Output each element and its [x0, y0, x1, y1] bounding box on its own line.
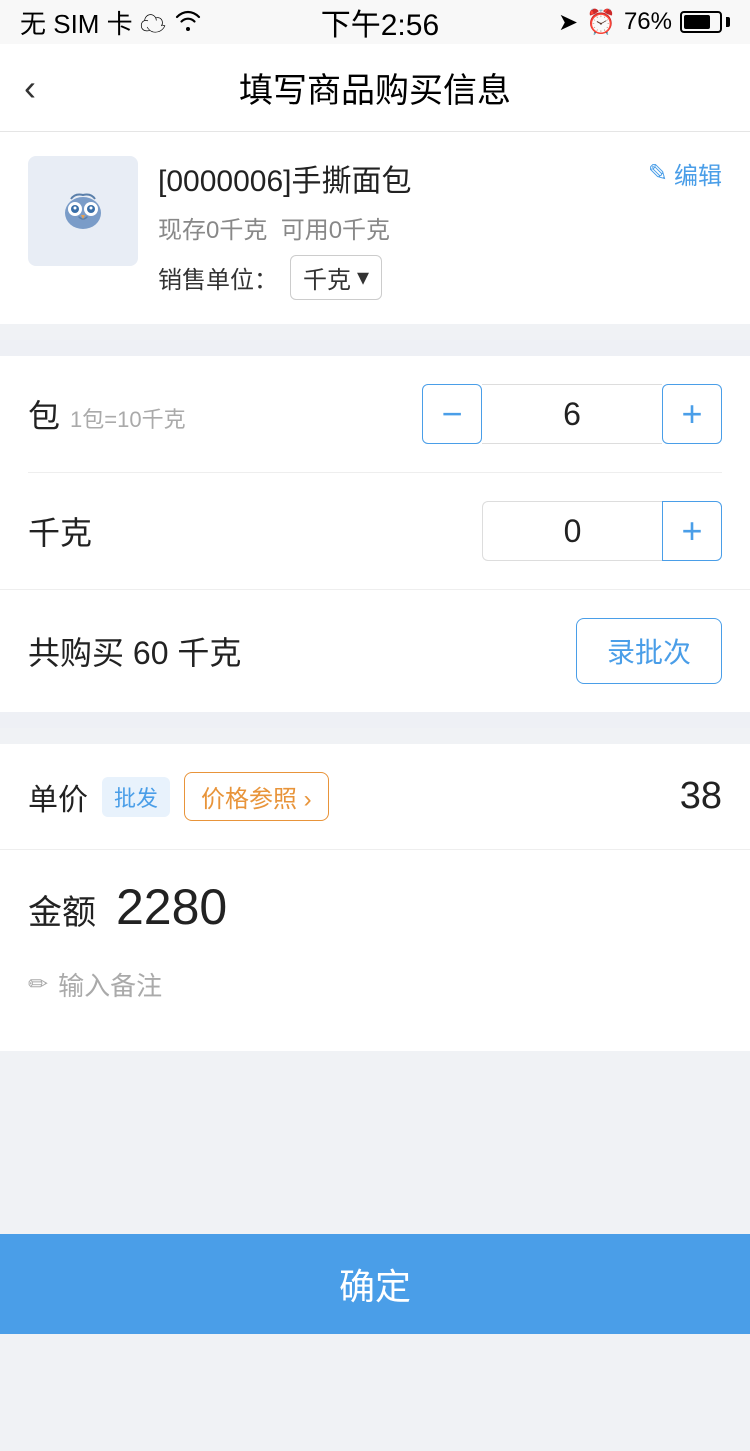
back-button[interactable]: ‹ [24, 67, 36, 109]
bag-decrement-button[interactable]: − [422, 384, 482, 444]
kg-qty-control: + [482, 501, 722, 561]
summary-text: 共购买 60 千克 [28, 628, 241, 674]
location-icon: ➤ [558, 8, 578, 37]
price-label: 单价 [28, 775, 88, 819]
price-section: 单价 批发 价格参照 › 38 [0, 744, 750, 849]
status-bar: 无 SIM 卡 ☁ 下午2:56 ➤ ⏰ 76% [0, 0, 750, 44]
price-value: 38 [680, 775, 722, 818]
confirm-label: 确定 [339, 1258, 411, 1310]
kg-label: 千克 [28, 508, 92, 554]
chevron-down-icon: ▾ [357, 263, 369, 292]
kg-qty-input[interactable] [482, 501, 662, 561]
product-thumbnail [28, 156, 138, 266]
product-unit-row: 销售单位： 千克 ▾ [158, 255, 722, 300]
sim-label: 无 SIM 卡 ☁ [20, 4, 166, 41]
product-info: [0000006]手撕面包 现存0千克 可用0千克 销售单位： 千克 ▾ [158, 156, 722, 300]
input-section: 包 1包=10千克 − + 千克 + [0, 356, 750, 589]
status-right: ➤ ⏰ 76% [558, 8, 730, 37]
amount-row: 金额 2280 ✏ 输入备注 [0, 849, 750, 1051]
battery-icon [680, 11, 730, 33]
edit-icon: ✎ [648, 159, 668, 188]
record-batch-button[interactable]: 录批次 [576, 618, 722, 684]
edit-button[interactable]: ✎ 编辑 [648, 156, 722, 191]
nav-bar: ‹ 填写商品购买信息 [0, 44, 750, 132]
bag-input-row: 包 1包=10千克 − + [28, 356, 722, 473]
kg-increment-button[interactable]: + [662, 501, 722, 561]
status-left: 无 SIM 卡 ☁ [20, 4, 202, 41]
unit-label: 销售单位： [158, 260, 278, 295]
amount-label: 金额 [28, 885, 96, 934]
summary-row: 共购买 60 千克 录批次 [0, 589, 750, 712]
battery-percent: 76% [624, 8, 672, 36]
bag-qty-input[interactable] [482, 384, 662, 444]
product-name: [0000006]手撕面包 [158, 156, 722, 200]
bag-label: 包 1包=10千克 [28, 391, 186, 437]
section-divider [0, 340, 750, 356]
bag-hint: 1包=10千克 [70, 402, 186, 434]
product-stock: 现存0千克 可用0千克 [158, 210, 722, 245]
wifi-icon [174, 7, 202, 38]
product-card: [0000006]手撕面包 现存0千克 可用0千克 销售单位： 千克 ▾ ✎ 编… [0, 132, 750, 324]
price-type-tag: 批发 [102, 777, 170, 817]
bag-qty-control: − + [422, 384, 722, 444]
bag-increment-button[interactable]: + [662, 384, 722, 444]
alarm-icon: ⏰ [586, 8, 616, 37]
unit-select[interactable]: 千克 ▾ [290, 255, 382, 300]
section-divider-2 [0, 712, 750, 728]
kg-input-row: 千克 + [28, 473, 722, 589]
amount-value: 2280 [116, 878, 227, 936]
confirm-bar[interactable]: 确定 [0, 1234, 750, 1334]
time-display: 下午2:56 [321, 0, 439, 44]
pencil-icon: ✏ [28, 970, 48, 999]
price-reference-button[interactable]: 价格参照 › [184, 772, 329, 821]
remark-row[interactable]: ✏ 输入备注 [28, 966, 722, 1031]
page-title: 填写商品购买信息 [239, 63, 511, 112]
remark-placeholder: 输入备注 [58, 966, 162, 1003]
